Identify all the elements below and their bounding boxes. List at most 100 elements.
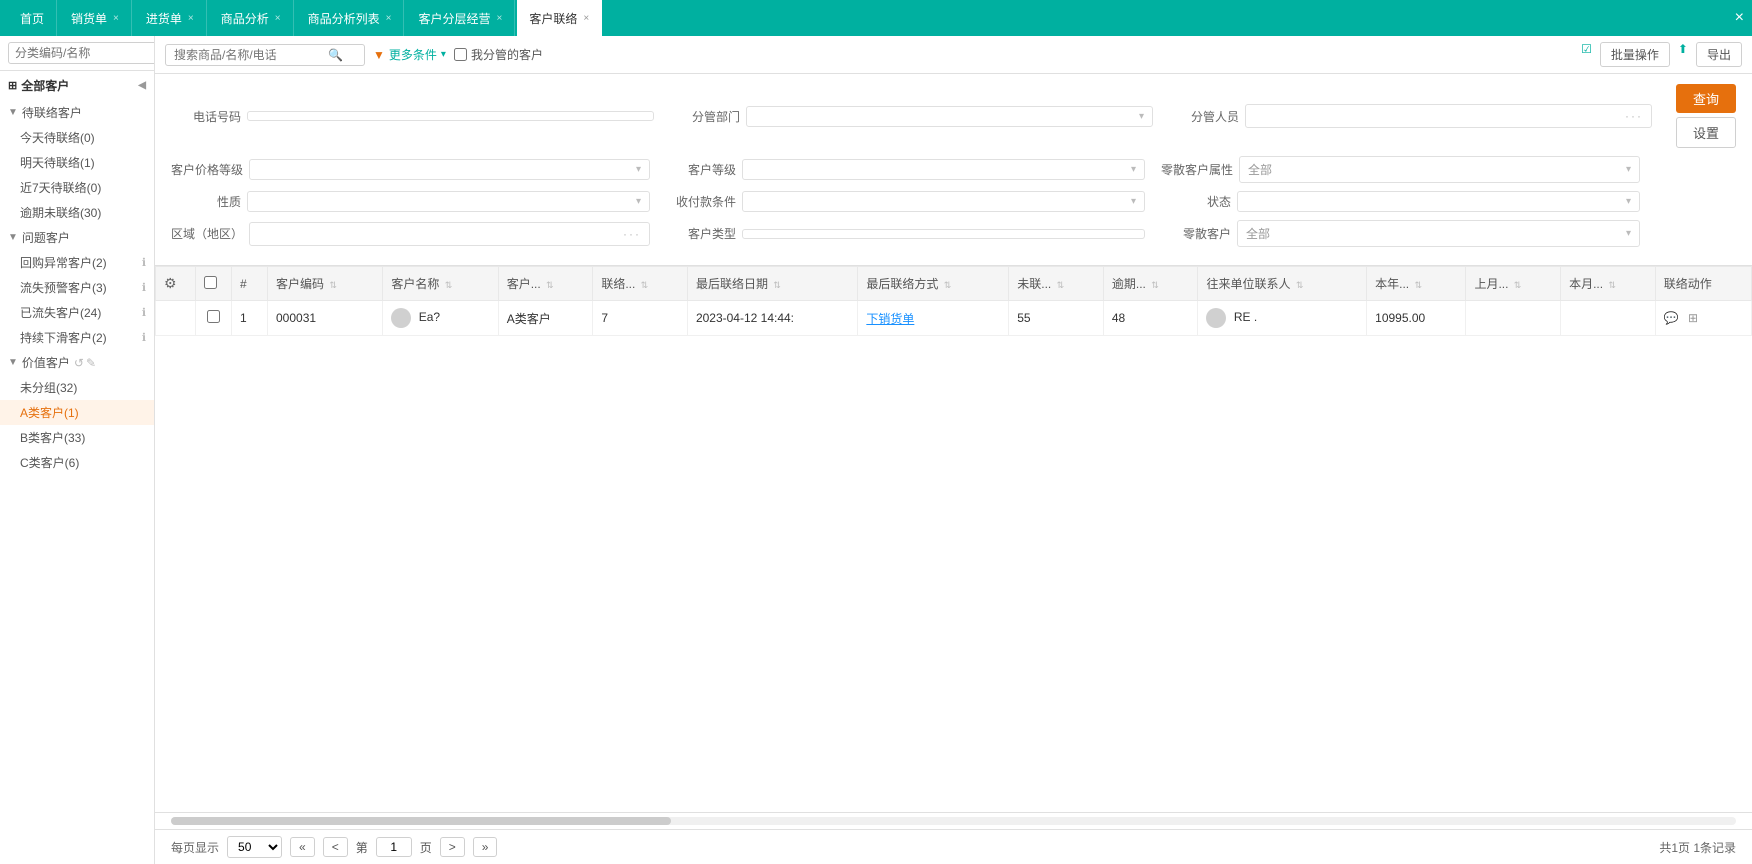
filter-row-1: 电话号码 分管部门 ▾ 分管人员 ··· [171,84,1736,148]
setting-button[interactable]: 设置 [1676,117,1736,148]
sidebar-item-tomorrow-pending[interactable]: 明天待联络(1) [0,150,154,175]
row-checkbox[interactable] [207,310,220,323]
col-last-method[interactable]: 最后联络方式 ⇅ [858,267,1009,301]
close-customer-contact-tab[interactable]: × [583,13,589,24]
col-checkbox[interactable] [196,267,232,301]
close-purchase-tab[interactable]: × [188,13,194,24]
sidebar-item-overdue-pending[interactable]: 逾期未联络(30) [0,200,154,225]
row-last-method-cell[interactable]: 下销货单 [858,301,1009,336]
row-checkbox-cell[interactable] [196,301,232,336]
payment-label: 收付款条件 [666,193,736,210]
action-more-icon[interactable]: ⊞ [1688,311,1698,325]
close-sales-tab[interactable]: × [113,13,119,24]
close-product-analysis-tab[interactable]: × [275,13,281,24]
sidebar-item-7day-pending[interactable]: 近7天待联络(0) [0,175,154,200]
col-this-month[interactable]: 本月... ⇅ [1561,267,1656,301]
sidebar-item-churn-warning[interactable]: 流失预警客户(3) ℹ [0,275,154,300]
sidebar-item-declining[interactable]: 持续下滑客户(2) ℹ [0,325,154,350]
col-contact[interactable]: 联络... ⇅ [593,267,688,301]
first-page-button[interactable]: « [290,837,315,857]
action-chat-icon[interactable]: 💬 [1664,311,1679,325]
tab-customer-tier[interactable]: 客户分层经营 × [406,0,515,36]
sidebar-item-c-class[interactable]: C类客户(6) [0,450,154,475]
col-this-year[interactable]: 本年... ⇅ [1367,267,1466,301]
last-page-button[interactable]: » [473,837,498,857]
my-customers-checkbox-label[interactable]: 我分管的客户 [454,46,543,63]
row-code-cell: 000031 [268,301,383,336]
customer-type-input[interactable] [742,229,1145,239]
query-button[interactable]: 查询 [1676,84,1736,113]
sidebar-item-today-pending[interactable]: 今天待联络(0) [0,125,154,150]
toolbar: 🔍 ▼ 更多条件 ▾ 我分管的客户 ☑ 批量操作 ⬆ 导出 [155,36,1752,74]
col-name[interactable]: 客户名称 ⇅ [383,267,498,301]
tab-purchase[interactable]: 进货单 × [134,0,207,36]
customer-level-select[interactable]: ▾ [742,159,1145,180]
tab-sales[interactable]: 销货单 × [59,0,132,36]
col-unit-contact[interactable]: 往来单位联系人 ⇅ [1198,267,1367,301]
nature-select[interactable]: ▾ [247,191,650,212]
h-scrollbar-thumb[interactable] [171,817,671,825]
chevron-down-icon: ▾ [441,49,446,60]
col-last-date[interactable]: 最后联络日期 ⇅ [687,267,857,301]
close-product-analysis-list-tab[interactable]: × [386,13,392,24]
col-type[interactable]: 客户... ⇅ [498,267,593,301]
scatter-customer-select[interactable]: 全部 ▾ [1237,220,1640,247]
payment-select[interactable]: ▾ [742,191,1145,212]
sidebar-group-problem[interactable]: ▼ 问题客户 [0,225,154,250]
tab-product-analysis-list[interactable]: 商品分析列表 × [296,0,405,36]
arrow-icon-3: ▼ [8,357,18,368]
more-filter-btn[interactable]: ▼ 更多条件 ▾ [373,46,446,63]
dept-select[interactable]: ▾ [746,106,1153,127]
col-overdue[interactable]: 逾期... ⇅ [1103,267,1198,301]
next-page-button[interactable]: > [440,837,465,857]
export-button[interactable]: 导出 [1696,42,1742,67]
filter-row-2: 客户价格等级 ▾ 客户等级 ▾ 零散客户属性 全部 [171,156,1736,183]
sidebar-search-input[interactable] [8,42,155,64]
region-input[interactable]: ··· [249,222,650,246]
current-page-input[interactable] [376,837,412,857]
scatter-attr-arrow-icon: ▾ [1626,164,1631,175]
main-search-input[interactable] [174,48,324,62]
price-level-select[interactable]: ▾ [249,159,650,180]
col-last-month[interactable]: 上月... ⇅ [1466,267,1561,301]
col-not-contact[interactable]: 未联... ⇅ [1009,267,1104,301]
page-size-select[interactable]: 50 100 200 [227,836,282,858]
prev-page-button[interactable]: < [323,837,348,857]
close-all-tabs[interactable]: × [1735,9,1744,27]
select-all-checkbox[interactable] [204,276,217,289]
tab-customer-contact[interactable]: 客户联络 × [517,0,602,36]
sidebar-item-unclassified[interactable]: 未分组(32) [0,375,154,400]
row-action-cell[interactable]: 💬 ⊞ [1655,301,1751,336]
main-search-icon[interactable]: 🔍 [328,48,343,62]
last-method-link[interactable]: 下销货单 [866,312,914,326]
sidebar-group-value[interactable]: ▼ 价值客户 ↺ ✎ [0,350,154,375]
status-select[interactable]: ▾ [1237,191,1640,212]
refresh-icon[interactable]: ↺ [74,356,84,370]
filter-form: 电话号码 分管部门 ▾ 分管人员 ··· [155,74,1752,266]
sidebar-item-churned[interactable]: 已流失客户(24) ℹ [0,300,154,325]
tab-home[interactable]: 首页 [8,0,57,36]
nature-arrow-icon: ▾ [636,196,641,207]
sidebar-item-b-class[interactable]: B类客户(33) [0,425,154,450]
scatter-attr-select[interactable]: 全部 ▾ [1239,156,1640,183]
sidebar-all-customers[interactable]: ⊞ 全部客户 ◀ [0,71,154,100]
my-customers-checkbox[interactable] [454,48,467,61]
col-code[interactable]: 客户编码 ⇅ [268,267,383,301]
page-word-prefix: 第 [356,839,368,856]
sidebar-item-a-class[interactable]: A类客户(1) [0,400,154,425]
sidebar-group-pending[interactable]: ▼ 待联络客户 [0,100,154,125]
arrow-icon-2: ▼ [8,232,18,243]
row-this-year-cell: 10995.00 [1367,301,1466,336]
this-year-sort-icon: ⇅ [1415,280,1423,290]
h-scrollbar-track[interactable] [171,817,1736,825]
total-info: 共1页 1条记录 [1659,839,1736,856]
tab-product-analysis[interactable]: 商品分析 × [209,0,294,36]
col-gear[interactable]: ⚙ [156,267,196,301]
edit-icon[interactable]: ✎ [86,356,96,370]
phone-input[interactable] [247,111,654,121]
manager-input[interactable]: ··· [1245,104,1652,128]
col-seq: # [232,267,268,301]
sidebar-item-repurchase-abnormal[interactable]: 回购异常客户(2) ℹ [0,250,154,275]
batch-button[interactable]: 批量操作 [1600,42,1670,67]
close-customer-tier-tab[interactable]: × [496,13,502,24]
